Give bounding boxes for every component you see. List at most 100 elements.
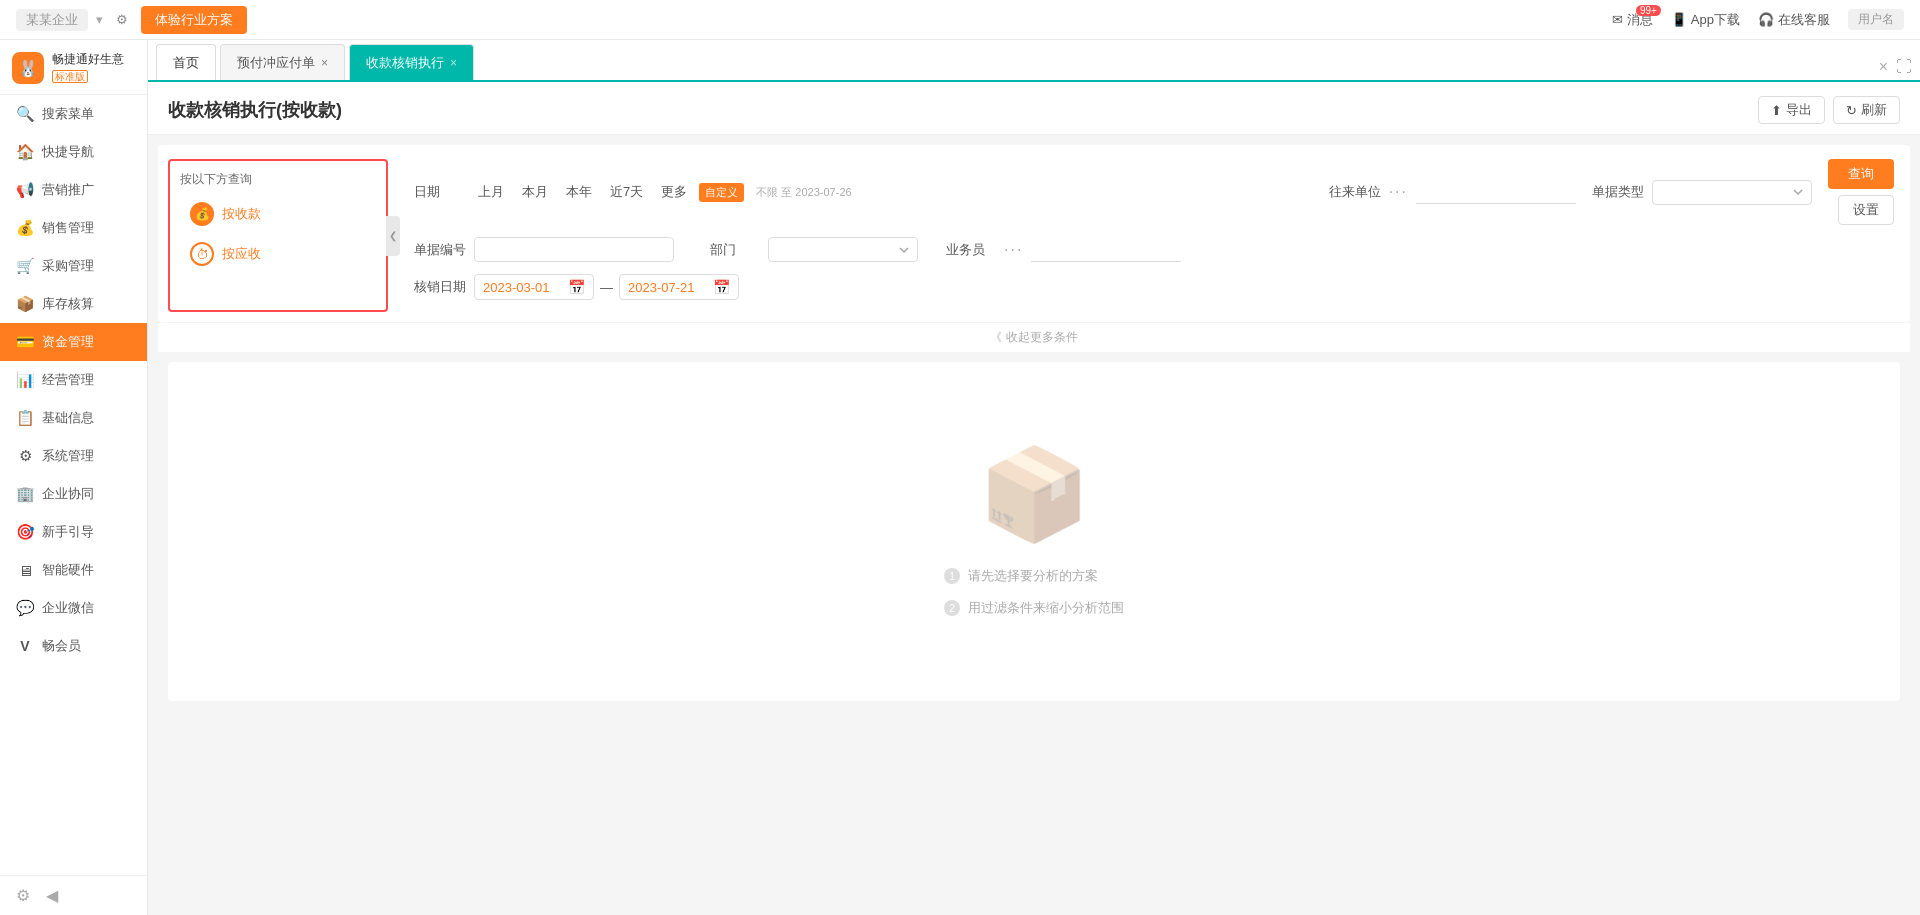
tab-close-all-icon[interactable]: × [1879, 58, 1888, 76]
member-icon: V [16, 638, 34, 654]
tab-prepay-close-icon[interactable]: × [321, 56, 328, 70]
doc-no-field: 单据编号 [414, 237, 694, 262]
query-button[interactable]: 查询 [1828, 159, 1894, 189]
staff-field: 业务员 ··· [946, 238, 1181, 262]
page-header-actions: ⬆ 导出 ↻ 刷新 [1758, 96, 1900, 124]
brand-name: 某某企业 [16, 9, 88, 31]
filter-option-by-receipt[interactable]: 💰 按收款 [180, 196, 376, 232]
hint-text-2: 用过滤条件来缩小分析范围 [968, 595, 1124, 621]
hint-num-2: 2 [944, 600, 960, 616]
filter-option-by-receivable[interactable]: ⏱ 按应收 [180, 236, 376, 272]
verify-date-from-input[interactable]: 2023-03-01 📅 [474, 274, 594, 300]
brand-dropdown-icon[interactable]: ▾ [96, 12, 103, 27]
tab-home[interactable]: 首页 [156, 44, 216, 80]
calendar-to-icon: 📅 [713, 279, 730, 295]
dept-label: 部门 [710, 241, 760, 259]
logo-badge: 标准版 [52, 70, 88, 83]
bottom-settings-icon[interactable]: ⚙ [16, 886, 30, 905]
date-options-group: 上月 本月 本年 近7天 更多 自定义 [472, 181, 744, 203]
message-button[interactable]: ✉ 消息 99+ [1612, 11, 1653, 29]
sidebar-item-search[interactable]: 🔍 搜索菜单 [0, 95, 147, 133]
dept-select[interactable] [768, 237, 918, 262]
top-bar: 某某企业 ▾ ⚙ 体验行业方案 ✉ 消息 99+ 📱 App下载 🎧 在线客服 … [0, 0, 1920, 40]
tab-expand-icon[interactable]: ⛶ [1896, 58, 1912, 76]
doc-type-select[interactable] [1652, 180, 1812, 205]
sidebar-item-sales[interactable]: 💰 销售管理 [0, 209, 147, 247]
solution-button[interactable]: 体验行业方案 [141, 6, 247, 34]
filter-collapse-button[interactable]: ❮ [386, 216, 400, 256]
sidebar-label-member: 畅会员 [42, 637, 81, 655]
sidebar-item-enterprise[interactable]: 🏢 企业协同 [0, 475, 147, 513]
receivable-option-icon: ⏱ [190, 242, 214, 266]
sidebar-label-operations: 经营管理 [42, 371, 94, 389]
verify-date-to-value: 2023-07-21 [628, 280, 695, 295]
sidebar-label-guide: 新手引导 [42, 523, 94, 541]
sidebar-item-basic-info[interactable]: 📋 基础信息 [0, 399, 147, 437]
date-field: 日期 上月 本月 本年 近7天 更多 自定义 不限 至 2023-07-26 [414, 181, 1313, 203]
staff-label: 业务员 [946, 241, 996, 259]
user-avatar[interactable]: 用户名 [1848, 9, 1904, 30]
export-button[interactable]: ⬆ 导出 [1758, 96, 1825, 124]
settings-icon[interactable]: ⚙ [111, 9, 133, 31]
refresh-button[interactable]: ↻ 刷新 [1833, 96, 1900, 124]
filter-left-title: 按以下方查询 [180, 171, 376, 188]
hardware-icon: 🖥 [16, 562, 34, 579]
counterpart-label: 往来单位 [1329, 183, 1381, 201]
empty-illustration: 📦 [978, 442, 1090, 547]
sidebar-item-quick-nav[interactable]: 🏠 快捷导航 [0, 133, 147, 171]
sales-icon: 💰 [16, 219, 34, 237]
page-content: 收款核销执行(按收款) ⬆ 导出 ↻ 刷新 按以 [148, 82, 1920, 915]
sidebar-label-hardware: 智能硬件 [42, 561, 94, 579]
filter-left-panel: 按以下方查询 💰 按收款 ⏱ 按应收 ❮ [168, 159, 388, 312]
sidebar-label-inventory: 库存核算 [42, 295, 94, 313]
staff-dots: ··· [1004, 241, 1023, 259]
sidebar-item-wechat[interactable]: 💬 企业微信 [0, 589, 147, 627]
collapse-more-button[interactable]: 《 收起更多条件 [990, 329, 1078, 346]
sidebar-item-hardware[interactable]: 🖥 智能硬件 [0, 551, 147, 589]
sidebar-item-marketing[interactable]: 📢 营销推广 [0, 171, 147, 209]
sidebar-item-operations[interactable]: 📊 经营管理 [0, 361, 147, 399]
receivable-option-label: 按应收 [222, 245, 261, 263]
logo-text: 畅捷通好生意 [52, 52, 124, 68]
settings-button[interactable]: 设置 [1838, 195, 1894, 225]
counterpart-dots: ··· [1389, 183, 1408, 201]
staff-input[interactable] [1031, 238, 1181, 262]
date-btn-custom[interactable]: 自定义 [699, 183, 744, 202]
enterprise-icon: 🏢 [16, 485, 34, 503]
receipt-option-icon: 💰 [190, 202, 214, 226]
date-btn-this-year[interactable]: 本年 [560, 181, 598, 203]
tab-prepay-offset[interactable]: 预付冲应付单 × [220, 44, 345, 80]
service-label: 在线客服 [1778, 11, 1830, 29]
tab-receipt-close-icon[interactable]: × [450, 56, 457, 70]
date-btn-last-month[interactable]: 上月 [472, 181, 510, 203]
sidebar-item-member[interactable]: V 畅会员 [0, 627, 147, 665]
date-btn-last-7days[interactable]: 近7天 [604, 181, 649, 203]
counterpart-input[interactable] [1416, 180, 1576, 204]
dept-field: 部门 [710, 237, 930, 262]
sidebar-item-guide[interactable]: 🎯 新手引导 [0, 513, 147, 551]
bottom-collapse-icon[interactable]: ◀ [46, 886, 58, 905]
doc-type-field: 单据类型 [1592, 180, 1812, 205]
logo-text-block: 畅捷通好生意 标准版 [52, 52, 124, 84]
sidebar-item-system[interactable]: ⚙ 系统管理 [0, 437, 147, 475]
verify-date-to-input[interactable]: 2023-07-21 📅 [619, 274, 739, 300]
customer-service-button[interactable]: 🎧 在线客服 [1758, 11, 1830, 29]
sidebar-label-system: 系统管理 [42, 447, 94, 465]
date-no-limit: 不限 至 2023-07-26 [756, 185, 851, 200]
date-btn-more[interactable]: 更多 [655, 181, 693, 203]
doc-type-label: 单据类型 [1592, 183, 1644, 201]
tab-receipt-offset[interactable]: 收款核销执行 × [349, 44, 474, 80]
date-btn-this-month[interactable]: 本月 [516, 181, 554, 203]
tab-prepay-label: 预付冲应付单 [237, 54, 315, 72]
counterpart-field: 往来单位 ··· [1329, 180, 1576, 204]
app-download-button[interactable]: 📱 App下载 [1671, 11, 1740, 29]
sidebar-item-finance[interactable]: 💳 资金管理 [0, 323, 147, 361]
sidebar: 🐰 畅捷通好生意 标准版 🔍 搜索菜单 🏠 快捷导航 📢 营销推广 💰 销售管理… [0, 40, 148, 915]
sidebar-item-inventory[interactable]: 📦 库存核算 [0, 285, 147, 323]
doc-no-input[interactable] [474, 237, 674, 262]
inventory-icon: 📦 [16, 295, 34, 313]
message-badge: 99+ [1636, 5, 1661, 16]
sidebar-item-purchase[interactable]: 🛒 采购管理 [0, 247, 147, 285]
filter-row-1: 日期 上月 本月 本年 近7天 更多 自定义 不限 至 2023-07-26 [414, 159, 1894, 225]
service-icon: 🎧 [1758, 12, 1774, 27]
